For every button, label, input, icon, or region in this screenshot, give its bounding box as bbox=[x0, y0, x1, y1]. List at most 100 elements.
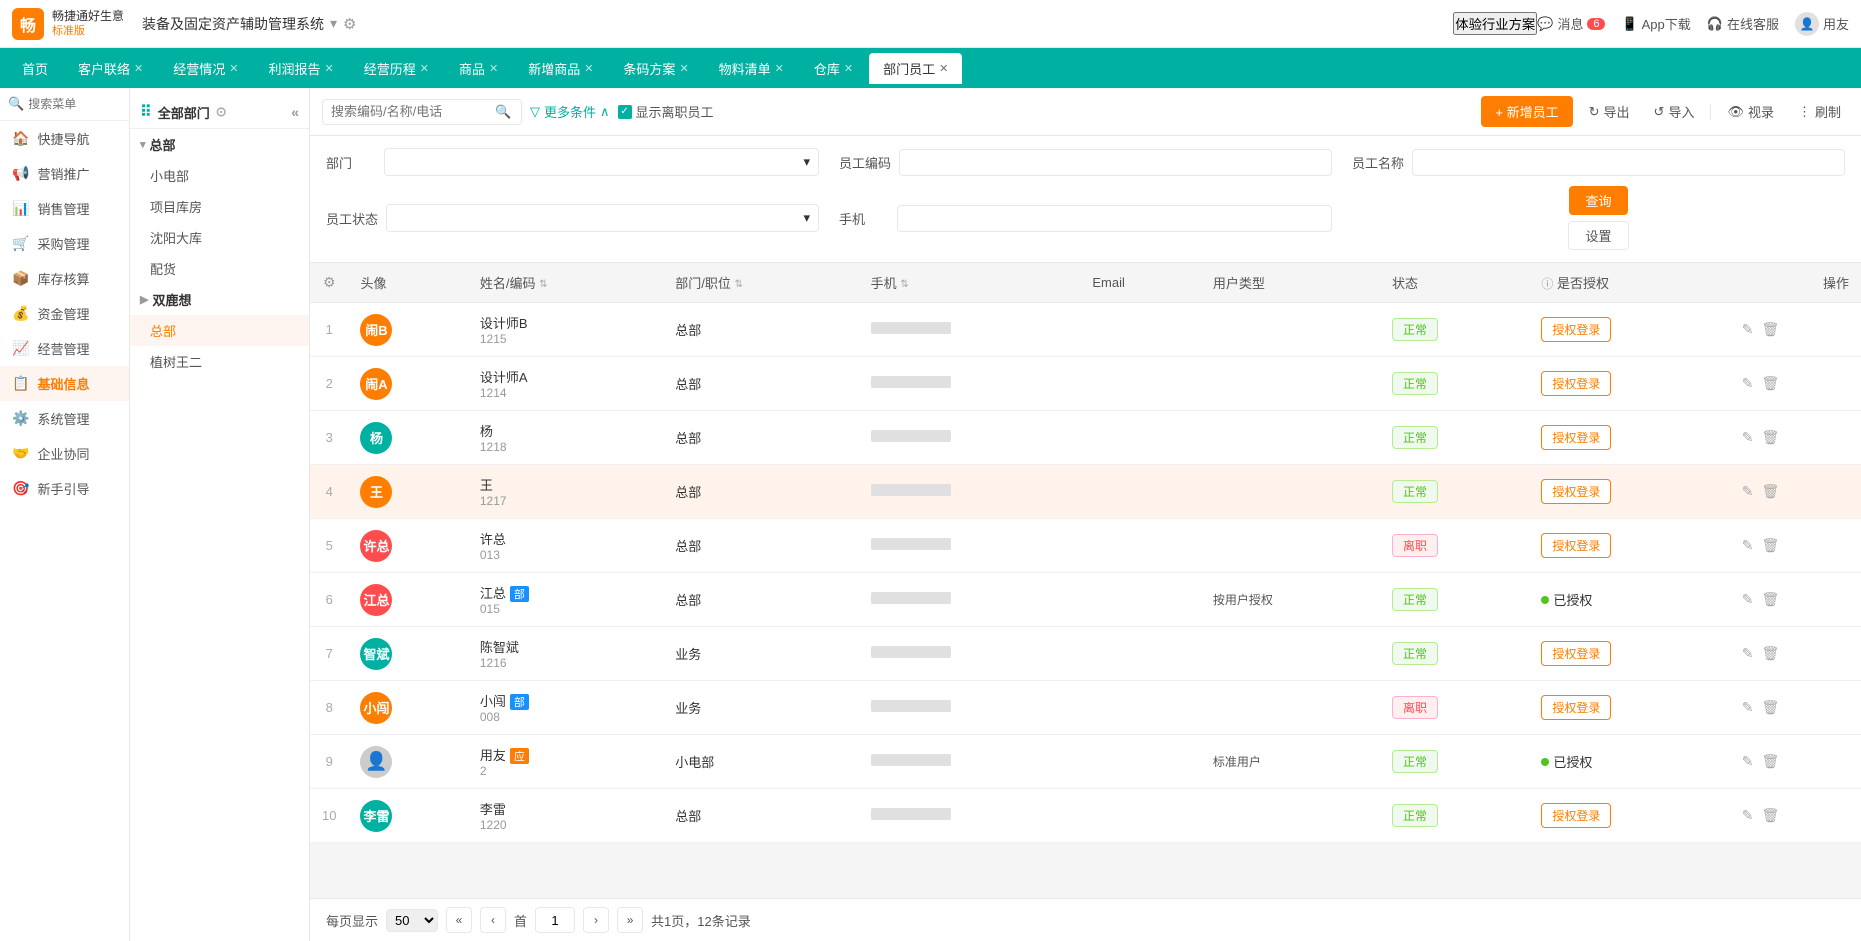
close-goods-tab[interactable]: ✕ bbox=[489, 62, 498, 75]
filter-emp-code-input[interactable] bbox=[899, 149, 1332, 176]
edit-icon[interactable]: ✎ bbox=[1742, 483, 1754, 500]
prev-page-btn[interactable]: ‹ bbox=[480, 907, 506, 933]
message-button[interactable]: 💬 消息 6 bbox=[1537, 14, 1605, 33]
tab-operation[interactable]: 经营情况 ✕ bbox=[159, 53, 252, 84]
delete-icon[interactable]: 🗑 bbox=[1762, 375, 1780, 392]
dropdown-arrow-icon[interactable]: ▾ bbox=[330, 15, 337, 32]
tab-customer[interactable]: 客户联络 ✕ bbox=[64, 53, 157, 84]
more-btn[interactable]: ⋮ 刷制 bbox=[1790, 98, 1849, 125]
app-download-button[interactable]: 📱 App下载 bbox=[1621, 14, 1690, 33]
query-button[interactable]: 查询 bbox=[1569, 186, 1627, 215]
close-bom-tab[interactable]: ✕ bbox=[775, 62, 784, 75]
sidebar-item-marketing[interactable]: 📢 营销推广 bbox=[0, 156, 129, 191]
delete-icon[interactable]: 🗑 bbox=[1762, 645, 1780, 662]
search-input[interactable] bbox=[331, 104, 491, 119]
col-phone[interactable]: 手机 ⇅ bbox=[859, 263, 1081, 303]
authorize-btn[interactable]: 授权登录 bbox=[1541, 425, 1611, 450]
delete-icon[interactable]: 🗑 bbox=[1762, 807, 1780, 824]
page-number-input[interactable] bbox=[535, 907, 575, 933]
tree-collapse-btn[interactable]: « bbox=[291, 104, 299, 120]
import-button[interactable]: ↺ 导入 bbox=[1646, 98, 1703, 125]
delete-icon[interactable]: 🗑 bbox=[1762, 753, 1780, 770]
authorize-btn[interactable]: 授权登录 bbox=[1541, 533, 1611, 558]
tree-item-zongbu[interactable]: 总部 bbox=[130, 315, 309, 346]
sidebar-item-collab[interactable]: 🤝 企业协同 bbox=[0, 436, 129, 471]
tree-group-shuangluxiang[interactable]: ▶ 双鹿想 bbox=[130, 284, 309, 315]
tree-item-shenyangdaku[interactable]: 沈阳大库 bbox=[130, 222, 309, 253]
sidebar-search-input[interactable] bbox=[28, 97, 130, 111]
sidebar-item-inventory[interactable]: 📦 库存核算 bbox=[0, 261, 129, 296]
filter-dept-select[interactable]: ▾ bbox=[384, 148, 819, 176]
sidebar-item-guide[interactable]: 🎯 新手引导 bbox=[0, 471, 129, 506]
col-dept-position[interactable]: 部门/职位 ⇅ bbox=[663, 263, 858, 303]
close-new-goods-tab[interactable]: ✕ bbox=[584, 62, 593, 75]
authorize-btn[interactable]: 授权登录 bbox=[1541, 641, 1611, 666]
authorize-btn[interactable]: 授权登录 bbox=[1541, 695, 1611, 720]
edit-icon[interactable]: ✎ bbox=[1742, 753, 1754, 770]
user-button[interactable]: 👤 用友 bbox=[1795, 12, 1849, 36]
close-dept-tab[interactable]: ✕ bbox=[939, 62, 948, 75]
col-name-code[interactable]: 姓名/编码 ⇅ bbox=[468, 263, 663, 303]
sidebar-item-basic[interactable]: 📋 基础信息 bbox=[0, 366, 129, 401]
filter-emp-name-input[interactable] bbox=[1412, 149, 1845, 176]
edit-icon[interactable]: ✎ bbox=[1742, 429, 1754, 446]
sidebar-item-purchase[interactable]: 🛒 采购管理 bbox=[0, 226, 129, 261]
close-profit-tab[interactable]: ✕ bbox=[325, 62, 334, 75]
delete-icon[interactable]: 🗑 bbox=[1762, 591, 1780, 608]
tab-bom[interactable]: 物料清单 ✕ bbox=[705, 53, 798, 84]
sidebar-item-quick-nav[interactable]: 🏠 快捷导航 bbox=[0, 121, 129, 156]
show-resigned-toggle[interactable]: ✓ 显示离职员工 bbox=[618, 102, 714, 121]
close-history-tab[interactable]: ✕ bbox=[420, 62, 429, 75]
add-employee-button[interactable]: + 新增员工 bbox=[1481, 96, 1572, 127]
show-resigned-checkbox[interactable]: ✓ bbox=[618, 105, 632, 119]
edit-icon[interactable]: ✎ bbox=[1742, 537, 1754, 554]
delete-icon[interactable]: 🗑 bbox=[1762, 699, 1780, 716]
reset-button[interactable]: 设置 bbox=[1568, 221, 1628, 250]
delete-icon[interactable]: 🗑 bbox=[1762, 483, 1780, 500]
export-button[interactable]: ↻ 导出 bbox=[1581, 98, 1638, 125]
tree-item-xiangmukufang[interactable]: 项目库房 bbox=[130, 191, 309, 222]
close-customer-tab[interactable]: ✕ bbox=[134, 62, 143, 75]
edit-icon[interactable]: ✎ bbox=[1742, 807, 1754, 824]
tab-history[interactable]: 经营历程 ✕ bbox=[350, 53, 443, 84]
authorize-btn[interactable]: 授权登录 bbox=[1541, 803, 1611, 828]
view-button[interactable]: 👁 视录 bbox=[1719, 98, 1782, 125]
sidebar-item-operation[interactable]: 📈 经营管理 bbox=[0, 331, 129, 366]
table-settings-icon[interactable]: ⚙ bbox=[323, 274, 336, 290]
sidebar-item-sales[interactable]: 📊 销售管理 bbox=[0, 191, 129, 226]
tree-group-zongbu[interactable]: ▾ 总部 bbox=[130, 129, 309, 160]
per-page-select[interactable]: 50 100 bbox=[386, 909, 438, 932]
authorize-btn[interactable]: 授权登录 bbox=[1541, 479, 1611, 504]
filter-phone-input[interactable] bbox=[897, 205, 1332, 232]
next-page-btn[interactable]: › bbox=[583, 907, 609, 933]
edit-icon[interactable]: ✎ bbox=[1742, 321, 1754, 338]
tree-item-zhishu[interactable]: 植树王二 bbox=[130, 346, 309, 377]
last-page-btn[interactable]: » bbox=[617, 907, 643, 933]
tree-item-peihuo[interactable]: 配货 bbox=[130, 253, 309, 284]
tree-settings-icon[interactable]: ⊙ bbox=[216, 104, 227, 120]
close-operation-tab[interactable]: ✕ bbox=[229, 62, 238, 75]
sidebar-item-finance[interactable]: 💰 资金管理 bbox=[0, 296, 129, 331]
delete-icon[interactable]: 🗑 bbox=[1762, 429, 1780, 446]
tab-barcode[interactable]: 条码方案 ✕ bbox=[609, 53, 702, 84]
authorize-btn[interactable]: 授权登录 bbox=[1541, 371, 1611, 396]
trial-button[interactable]: 体验行业方案 bbox=[1453, 12, 1537, 35]
close-barcode-tab[interactable]: ✕ bbox=[679, 62, 688, 75]
tab-home[interactable]: 首页 bbox=[8, 53, 62, 84]
sidebar-item-system[interactable]: ⚙️ 系统管理 bbox=[0, 401, 129, 436]
edit-icon[interactable]: ✎ bbox=[1742, 699, 1754, 716]
edit-icon[interactable]: ✎ bbox=[1742, 591, 1754, 608]
tab-dept-employee[interactable]: 部门员工 ✕ bbox=[869, 53, 962, 84]
tab-warehouse[interactable]: 仓库 ✕ bbox=[800, 53, 867, 84]
edit-icon[interactable]: ✎ bbox=[1742, 375, 1754, 392]
delete-icon[interactable]: 🗑 bbox=[1762, 537, 1780, 554]
online-service-button[interactable]: 🎧 在线客服 bbox=[1707, 14, 1779, 33]
tab-goods[interactable]: 商品 ✕ bbox=[445, 53, 512, 84]
tab-profit[interactable]: 利润报告 ✕ bbox=[254, 53, 347, 84]
delete-icon[interactable]: 🗑 bbox=[1762, 321, 1780, 338]
edit-icon[interactable]: ✎ bbox=[1742, 645, 1754, 662]
authorize-btn[interactable]: 授权登录 bbox=[1541, 317, 1611, 342]
more-filter-btn[interactable]: ▽ 更多条件 ∧ bbox=[530, 102, 610, 121]
gear-settings-icon[interactable]: ⚙ bbox=[343, 15, 356, 33]
tree-item-xiaodianbu[interactable]: 小电部 bbox=[130, 160, 309, 191]
